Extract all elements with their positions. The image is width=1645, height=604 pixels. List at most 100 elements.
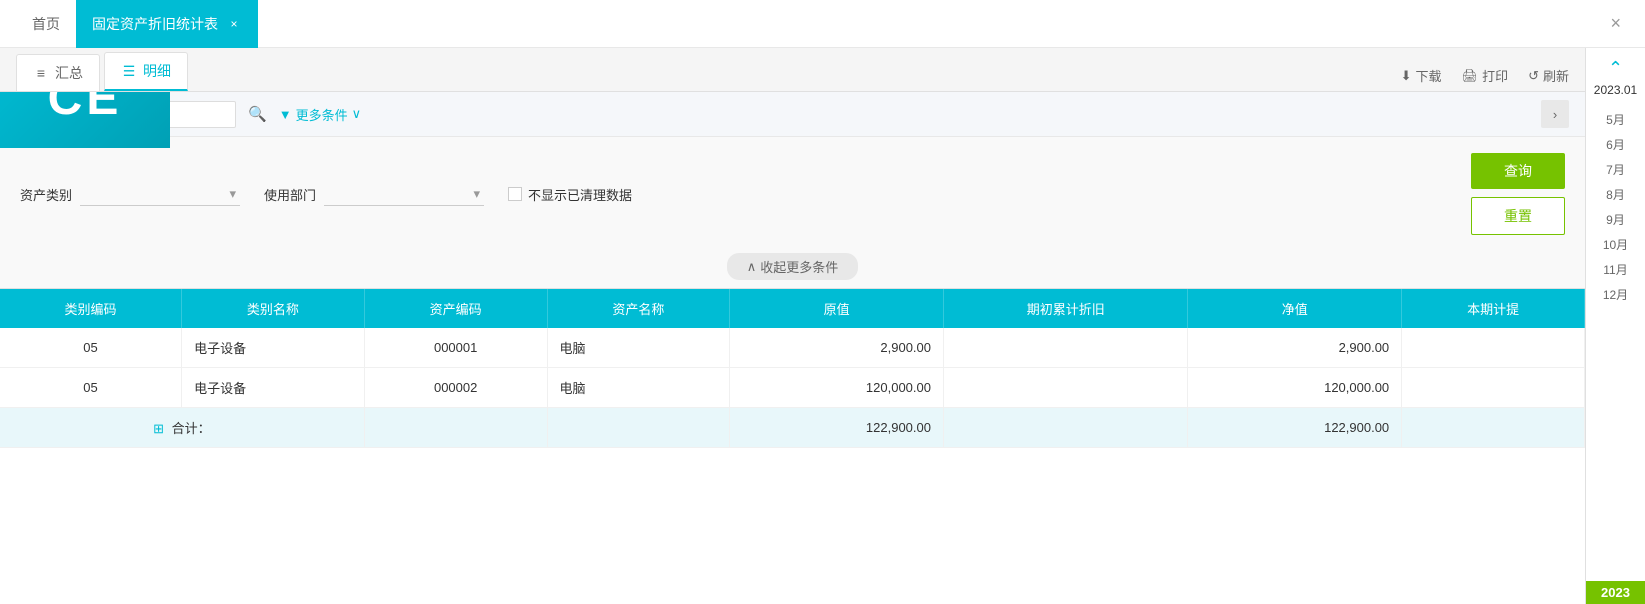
- row1-asset-code: 000001: [364, 328, 547, 368]
- row2-current-period: [1402, 368, 1585, 408]
- main-content: ≡ 汇总 ☰ 明细 ⬇ 下载 🖨 打印 ↺ 刷新 🔍 ▼: [0, 48, 1585, 604]
- col-asset-name: 资产名称: [547, 289, 730, 328]
- row1-original-value: 2,900.00: [730, 328, 944, 368]
- col-net-value: 净值: [1188, 289, 1402, 328]
- month-item[interactable]: 5月: [1603, 107, 1628, 132]
- window-close-button[interactable]: ×: [1610, 13, 1621, 34]
- total-net-value: 122,900.00: [1188, 408, 1402, 448]
- col-asset-code: 资产编码: [364, 289, 547, 328]
- row2-category-name: 电子设备: [182, 368, 365, 408]
- row1-category-code: 05: [0, 328, 182, 368]
- use-dept-label: 使用部门: [264, 185, 316, 204]
- top-nav: 首页 固定资产折旧统计表 × ×: [0, 0, 1645, 48]
- print-icon: 🖨: [1462, 68, 1479, 84]
- search-icon[interactable]: 🔍: [248, 105, 267, 123]
- month-item[interactable]: 12月: [1603, 282, 1628, 307]
- query-button[interactable]: 查询: [1471, 153, 1565, 189]
- collapse-button[interactable]: ∧ 收起更多条件: [727, 253, 859, 280]
- row2-accum-depreciation: [944, 368, 1188, 408]
- row1-category-name: 电子设备: [182, 328, 365, 368]
- month-item[interactable]: 6月: [1603, 132, 1628, 157]
- download-icon: ⬇: [1401, 68, 1412, 84]
- row2-original-value: 120,000.00: [730, 368, 944, 408]
- reset-button[interactable]: 重置: [1471, 197, 1565, 235]
- month-item[interactable]: 10月: [1603, 232, 1628, 257]
- table-container: 类别编码 类别名称 资产编码 资产名称 原值 期初累计折旧 净值 本期计提 05…: [0, 289, 1585, 604]
- filter-row-1: 资产类别 ▾ 使用部门 ▾ 不显示已清理数据 查询 重置: [20, 153, 1565, 235]
- row1-asset-name: 电脑: [547, 328, 730, 368]
- col-current-period: 本期计提: [1402, 289, 1585, 328]
- table-header-row: 类别编码 类别名称 资产编码 资产名称 原值 期初累计折旧 净值 本期计提: [0, 289, 1585, 328]
- filter-use-dept: 使用部门 ▾: [264, 182, 484, 206]
- total-label: 合计：: [172, 421, 211, 436]
- asset-category-label: 资产类别: [20, 185, 72, 204]
- print-label: 打印: [1482, 66, 1508, 85]
- row2-net-value: 120,000.00: [1188, 368, 1402, 408]
- total-icon: ⊞: [153, 421, 164, 436]
- scroll-up-icon[interactable]: ⌃: [1608, 58, 1623, 79]
- download-button[interactable]: ⬇ 下载: [1401, 66, 1442, 85]
- total-accum-depreciation: [944, 408, 1188, 448]
- refresh-icon: ↺: [1528, 68, 1539, 84]
- tab-detail-label: 明细: [143, 61, 171, 81]
- right-panel: ⌃ 2023.01 5月6月7月8月9月10月11月12月 2023: [1585, 48, 1645, 604]
- total-empty-1: [364, 408, 547, 448]
- right-panel-date: 2023.01: [1594, 83, 1637, 97]
- refresh-button[interactable]: ↺ 刷新: [1528, 66, 1569, 85]
- hide-cleared-checkbox-item[interactable]: 不显示已清理数据: [508, 185, 632, 204]
- tab-summary-label: 汇总: [55, 63, 83, 83]
- toolbar-right: ⬇ 下载 🖨 打印 ↺ 刷新: [1401, 66, 1569, 91]
- hide-cleared-label: 不显示已清理数据: [528, 185, 632, 204]
- col-accum-depreciation: 期初累计折旧: [944, 289, 1188, 328]
- col-category-code: 类别编码: [0, 289, 182, 328]
- more-conditions-label: 更多条件: [296, 105, 348, 124]
- detail-icon: ☰: [121, 63, 137, 79]
- month-item[interactable]: 9月: [1603, 207, 1628, 232]
- month-item[interactable]: 8月: [1603, 182, 1628, 207]
- tab-detail[interactable]: ☰ 明细: [104, 52, 188, 91]
- nav-tab-label: 固定资产折旧统计表: [92, 14, 218, 34]
- hide-cleared-checkbox[interactable]: [508, 187, 522, 201]
- table-row: 05 电子设备 000002 电脑 120,000.00 120,000.00: [0, 368, 1585, 408]
- row2-asset-name: 电脑: [547, 368, 730, 408]
- table-total-row: ⊞ 合计： 122,900.00 122,900.00: [0, 408, 1585, 448]
- tab-summary[interactable]: ≡ 汇总: [16, 54, 100, 91]
- total-current-period: [1402, 408, 1585, 448]
- total-original-value: 122,900.00: [730, 408, 944, 448]
- month-list: 5月6月7月8月9月10月11月12月: [1603, 107, 1628, 307]
- chevron-up-icon: ∧: [747, 259, 757, 275]
- download-label: 下载: [1416, 66, 1442, 85]
- row1-current-period: [1402, 328, 1585, 368]
- print-button[interactable]: 🖨 打印: [1462, 66, 1509, 85]
- chevron-down-icon: ∨: [352, 106, 362, 122]
- sub-tabs: ≡ 汇总 ☰ 明细 ⬇ 下载 🖨 打印 ↺ 刷新: [0, 48, 1585, 92]
- month-item[interactable]: 11月: [1603, 257, 1628, 282]
- total-empty-2: [547, 408, 730, 448]
- refresh-label: 刷新: [1543, 66, 1569, 85]
- use-dept-input[interactable]: [324, 182, 484, 206]
- collapse-bar: ∧ 收起更多条件: [20, 247, 1565, 280]
- filter-expand-arrow[interactable]: ›: [1541, 100, 1569, 128]
- col-category-name: 类别名称: [182, 289, 365, 328]
- month-item[interactable]: 7月: [1603, 157, 1628, 182]
- advanced-filter: 资产类别 ▾ 使用部门 ▾ 不显示已清理数据 查询 重置: [0, 137, 1585, 289]
- filter-icon: ▼: [279, 107, 292, 122]
- row1-net-value: 2,900.00: [1188, 328, 1402, 368]
- summary-icon: ≡: [33, 65, 49, 81]
- nav-home[interactable]: 首页: [16, 14, 76, 34]
- total-icon-cell: ⊞ 合计：: [0, 408, 364, 448]
- tab-close-icon[interactable]: ×: [226, 16, 242, 32]
- search-bar: 🔍 ▼ 更多条件 ∨ ›: [0, 92, 1585, 137]
- col-original-value: 原值: [730, 289, 944, 328]
- row1-accum-depreciation: [944, 328, 1188, 368]
- more-conditions-btn[interactable]: ▼ 更多条件 ∨: [279, 105, 361, 124]
- row2-asset-code: 000002: [364, 368, 547, 408]
- right-year-badge: 2023: [1586, 581, 1645, 604]
- table-row: 05 电子设备 000001 电脑 2,900.00 2,900.00: [0, 328, 1585, 368]
- collapse-label: 收起更多条件: [760, 257, 838, 276]
- filter-actions: 查询 重置: [1471, 153, 1565, 235]
- asset-category-input[interactable]: [80, 182, 240, 206]
- filter-asset-category: 资产类别 ▾: [20, 182, 240, 206]
- row2-category-code: 05: [0, 368, 182, 408]
- nav-tab-fixed-assets[interactable]: 固定资产折旧统计表 ×: [76, 0, 258, 48]
